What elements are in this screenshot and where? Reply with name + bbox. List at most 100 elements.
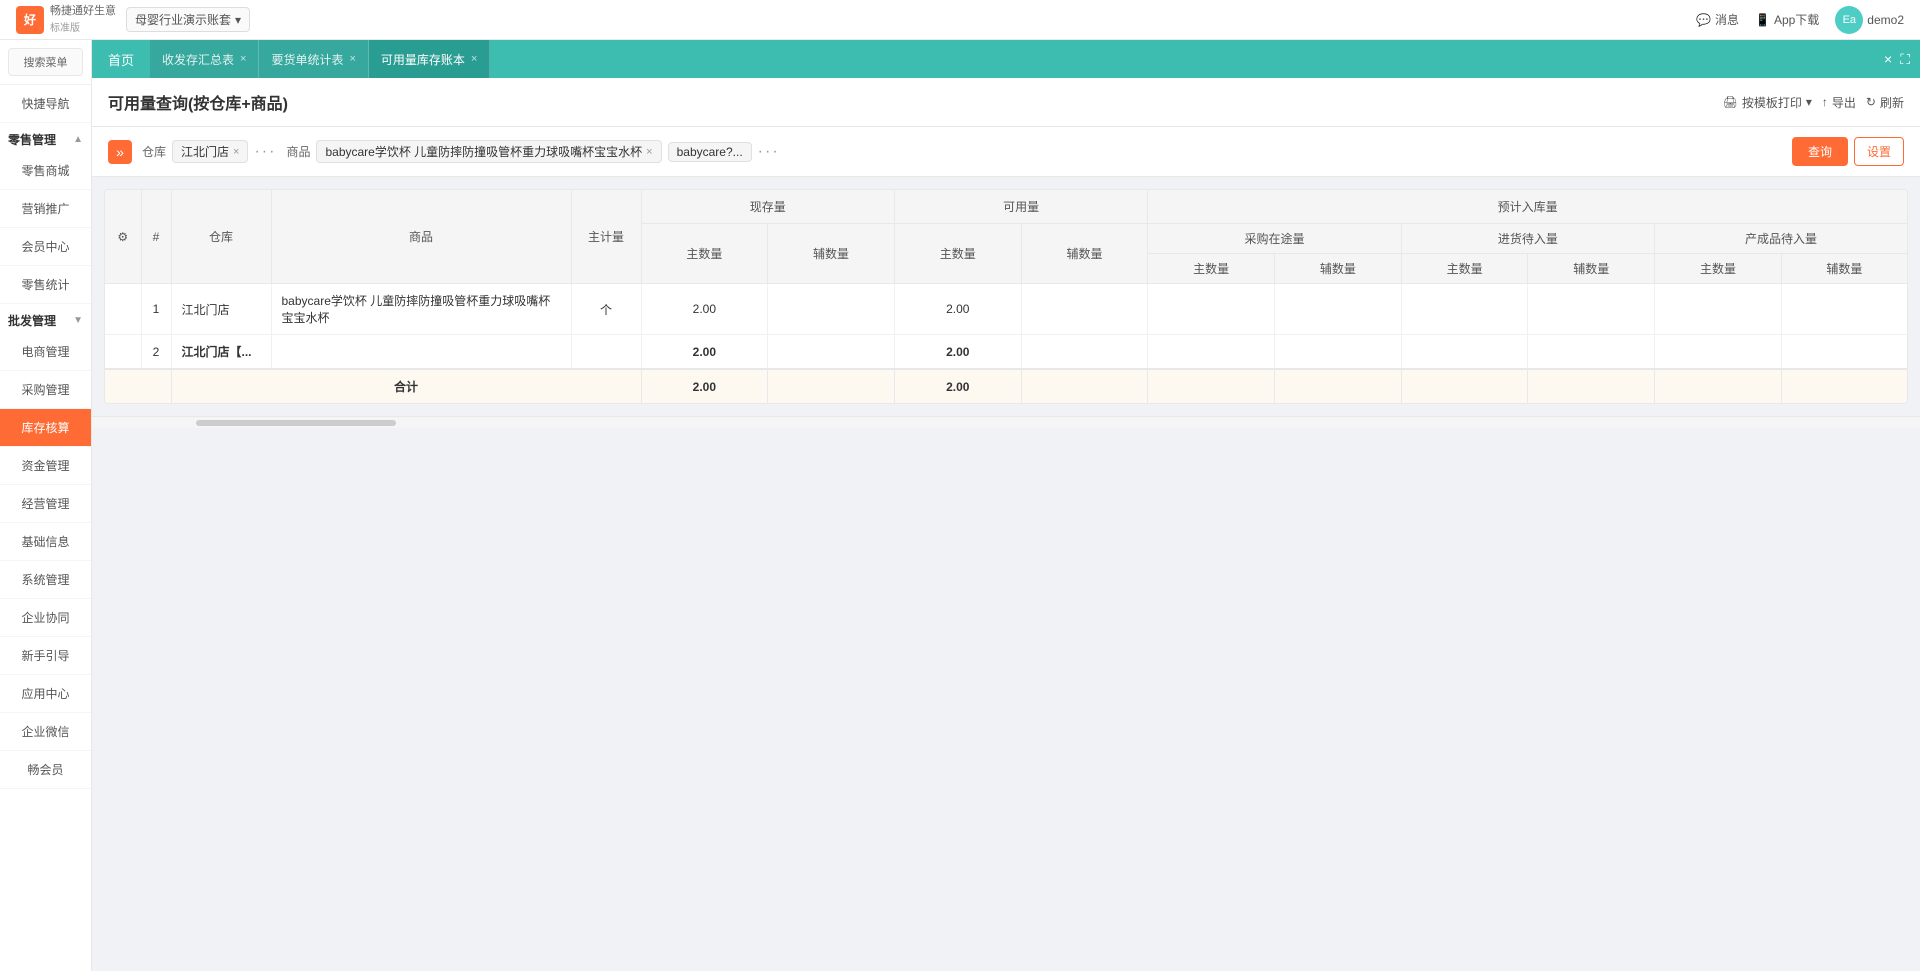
sidebar-item-enterprise-wechat[interactable]: 企业微信 — [0, 713, 91, 751]
total-label: 合计 — [171, 369, 641, 403]
sidebar-item-app-center[interactable]: 应用中心 — [0, 675, 91, 713]
maximize-icon[interactable]: ⛶ — [1900, 51, 1910, 68]
sidebar-item-quick-nav[interactable]: 快捷导航 — [0, 85, 91, 123]
industry-selector[interactable]: 母婴行业演示账套 ▾ — [126, 7, 250, 32]
avatar: Ea — [1835, 6, 1863, 34]
template-print-btn[interactable]: 🖨 按模板打印 ▾ — [1723, 94, 1812, 111]
sidebar-item-operations[interactable]: 经营管理 — [0, 485, 91, 523]
warehouse-tag-1-text: 江北门店 — [181, 143, 229, 160]
product-tag-1[interactable]: babycare学饮杯 儿童防摔防撞吸管杯重力球吸嘴杯宝宝水杯 × — [316, 140, 661, 163]
sidebar-section-wholesale: 批发管理 ▼ — [0, 304, 91, 333]
total-product-aux — [1781, 369, 1907, 403]
sidebar-item-new-guide[interactable]: 新手引导 — [0, 637, 91, 675]
sidebar-search-area: 搜索菜单 — [0, 40, 91, 85]
th-product-main: 主数量 — [1655, 254, 1782, 284]
sidebar-item-purchase-mgmt[interactable]: 采购管理 — [0, 371, 91, 409]
sidebar-item-finance[interactable]: 资金管理 — [0, 447, 91, 485]
phone-icon: 📱 — [1755, 13, 1770, 27]
warehouse-tag-1-close[interactable]: × — [233, 146, 239, 158]
message-label: 消息 — [1715, 11, 1739, 28]
th-pending-inbound: 进货待入量 — [1401, 224, 1654, 254]
row-1-unit: 个 — [571, 284, 641, 335]
total-current-main: 2.00 — [641, 369, 768, 403]
th-purchase-aux: 辅数量 — [1275, 254, 1402, 284]
logo-area: 好 畅捷通好生意 标准版 — [16, 5, 116, 33]
th-product-pending: 产成品待入量 — [1655, 224, 1907, 254]
username: demo2 — [1867, 13, 1904, 27]
th-main-unit: 主计量 — [571, 190, 641, 284]
filter-bar: » 仓库 江北门店 × ··· 商品 babycare学饮杯 儿童防摔防撞吸管杯… — [92, 127, 1920, 177]
logo-text-area: 畅捷通好生意 标准版 — [50, 5, 116, 33]
print-icon: 🖨 — [1723, 95, 1738, 109]
th-available-qty: 可用量 — [894, 190, 1147, 224]
product-filter-label: 商品 — [286, 143, 310, 160]
total-purchase-aux — [1275, 369, 1402, 403]
warehouse-more-btn[interactable]: ··· — [254, 143, 276, 161]
row-2-settings — [105, 335, 141, 370]
inventory-table: ⚙ # 仓库 商品 主计量 现存量 可用量 预计入库量 主数量 辅 — [105, 190, 1907, 403]
row-2-index: 2 — [141, 335, 171, 370]
sidebar-item-system-mgmt[interactable]: 系统管理 — [0, 561, 91, 599]
th-available-main-qty: 主数量 — [894, 224, 1021, 284]
product-more-btn[interactable]: ··· — [758, 143, 780, 161]
user-action[interactable]: Ea demo2 — [1835, 6, 1904, 34]
total-available-main: 2.00 — [894, 369, 1021, 403]
th-index: # — [141, 190, 171, 284]
app-download-action[interactable]: 📱 App下载 — [1755, 11, 1819, 28]
tab-demand-stats[interactable]: 要货单统计表 × — [259, 40, 368, 78]
search-menu-button[interactable]: 搜索菜单 — [8, 48, 83, 76]
page-header: 可用量查询(按仓库+商品) 🖨 按模板打印 ▾ ↑ 导出 ↻ 刷新 — [92, 78, 1920, 127]
total-row: 合计 2.00 2.00 — [105, 369, 1907, 403]
tab-available-stock-close[interactable]: × — [471, 53, 477, 65]
tab-actions: × ⛶ — [1874, 51, 1920, 68]
sidebar: 搜索菜单 快捷导航 零售管理 ▲ 零售商城 营销推广 会员中心 零售统计 批发管… — [0, 40, 92, 971]
row-2-pending-main — [1401, 335, 1528, 370]
message-icon: 💬 — [1696, 13, 1711, 27]
tab-home[interactable]: 首页 — [92, 40, 150, 78]
export-icon: ↑ — [1822, 95, 1828, 109]
settings-gear-icon[interactable]: ⚙ — [117, 230, 128, 244]
product-tag-2[interactable]: babycare?... — [668, 142, 752, 162]
product-tag-1-close[interactable]: × — [646, 146, 652, 158]
tab-available-stock[interactable]: 可用量库存账本 × — [369, 40, 490, 78]
tab-receipt-summary-close[interactable]: × — [240, 53, 246, 65]
setting-btn[interactable]: 设置 — [1854, 137, 1904, 166]
total-current-aux — [768, 369, 895, 403]
tab-receipt-summary-label: 收发存汇总表 — [162, 51, 234, 68]
industry-name: 母婴行业演示账套 — [135, 11, 231, 28]
th-current-aux-qty: 辅数量 — [768, 224, 895, 284]
row-1-product: babycare学饮杯 儿童防摔防撞吸管杯重力球吸嘴杯宝宝水杯 — [271, 284, 571, 335]
row-2-product-aux — [1781, 335, 1907, 370]
row-2-unit — [571, 335, 641, 370]
export-btn[interactable]: ↑ 导出 — [1822, 94, 1856, 111]
filter-expand-btn[interactable]: » — [108, 140, 132, 164]
sidebar-item-member[interactable]: 畅会员 — [0, 751, 91, 789]
sidebar-item-member-center[interactable]: 会员中心 — [0, 228, 91, 266]
close-all-icon[interactable]: × — [1884, 51, 1892, 67]
row-2-product — [271, 335, 571, 370]
message-action[interactable]: 💬 消息 — [1696, 11, 1739, 28]
row-2-product-main — [1655, 335, 1782, 370]
row-1-current-main: 2.00 — [641, 284, 768, 335]
sidebar-item-ecommerce[interactable]: 电商管理 — [0, 333, 91, 371]
sidebar-item-retail-stats[interactable]: 零售统计 — [0, 266, 91, 304]
tab-demand-stats-close[interactable]: × — [349, 53, 355, 65]
sidebar-item-inventory[interactable]: 库存核算 — [0, 409, 91, 447]
horizontal-scrollbar[interactable] — [92, 416, 1920, 428]
row-1-product-aux — [1781, 284, 1907, 335]
sidebar-item-enterprise-collab[interactable]: 企业协同 — [0, 599, 91, 637]
filter-actions: 查询 设置 — [1792, 137, 1904, 166]
total-purchase-main — [1148, 369, 1275, 403]
warehouse-tag-1[interactable]: 江北门店 × — [172, 140, 248, 163]
th-settings: ⚙ — [105, 190, 141, 284]
sidebar-item-marketing[interactable]: 营销推广 — [0, 190, 91, 228]
refresh-btn[interactable]: ↻ 刷新 — [1866, 94, 1904, 111]
sidebar-item-basic-info[interactable]: 基础信息 — [0, 523, 91, 561]
row-1-available-aux — [1021, 284, 1148, 335]
table-body: 1 江北门店 babycare学饮杯 儿童防摔防撞吸管杯重力球吸嘴杯宝宝水杯 个… — [105, 284, 1907, 370]
query-btn[interactable]: 查询 — [1792, 137, 1848, 166]
table-container: ⚙ # 仓库 商品 主计量 现存量 可用量 预计入库量 主数量 辅 — [104, 189, 1908, 404]
sidebar-item-retail-mall[interactable]: 零售商城 — [0, 152, 91, 190]
scroll-thumb[interactable] — [196, 420, 396, 426]
tab-receipt-summary[interactable]: 收发存汇总表 × — [150, 40, 259, 78]
